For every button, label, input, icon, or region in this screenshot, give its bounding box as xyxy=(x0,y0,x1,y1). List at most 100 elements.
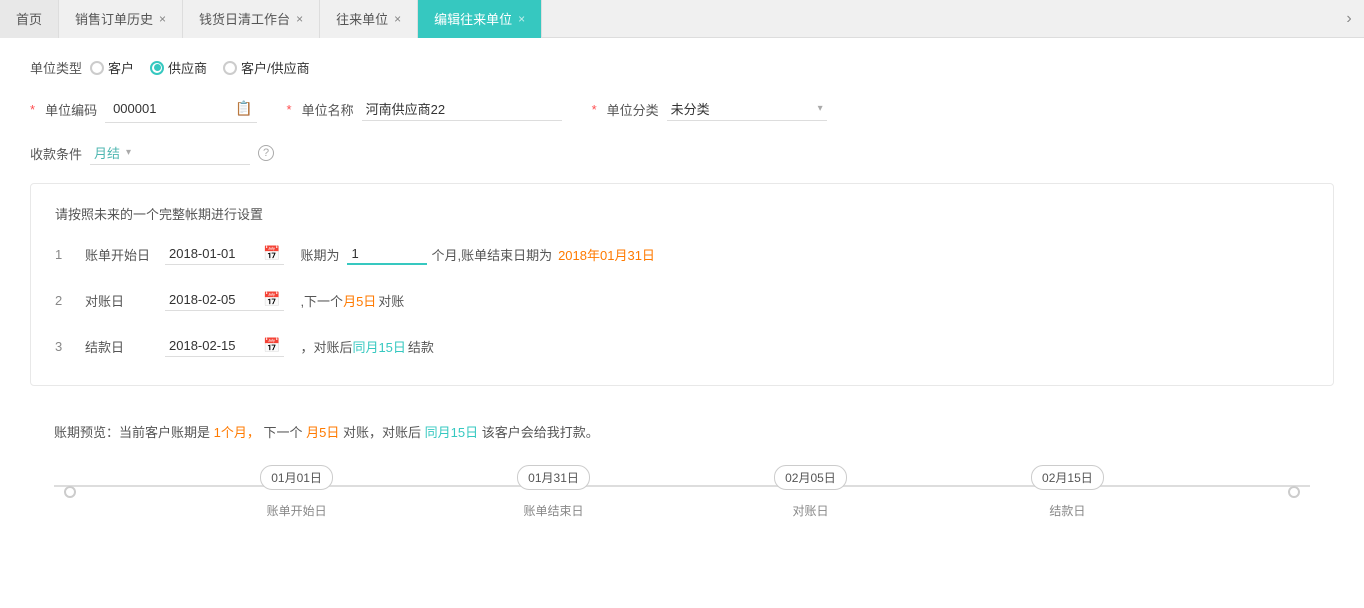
row-1-date-input[interactable] xyxy=(169,246,259,261)
settings-row-3: 3 结款日 📅 ，对账后 同月15日 结款 xyxy=(55,335,1309,357)
unit-type-group: 单位类型 客户 供应商 客户/供应商 xyxy=(30,58,310,77)
unit-info-row: * 单位编码 📋 * 单位名称 * 单位分类 未分类 ▾ xyxy=(30,95,1334,123)
tab-home[interactable]: 首页 xyxy=(0,0,59,38)
payment-group: 收款条件 月结 ▾ ? xyxy=(30,141,274,165)
payment-value: 月结 xyxy=(94,143,120,162)
tab-sales-history-label: 销售订单历史 xyxy=(75,9,153,28)
timeline-start-dot xyxy=(64,486,76,498)
unit-category-value: 未分类 xyxy=(671,99,710,118)
payment-dropdown[interactable]: 月结 ▾ xyxy=(90,141,250,165)
unit-type-label: 单位类型 xyxy=(30,58,82,77)
timeline-points: 01月01日 账单开始日 01月31日 账单结束日 02月05日 对账日 02月… xyxy=(64,465,1300,519)
tab-edit-partner-label: 编辑往来单位 xyxy=(434,9,512,28)
tab-nav-arrow[interactable]: › xyxy=(1334,10,1364,28)
timeline-label-2: 账单结束日 xyxy=(524,502,584,519)
row-1-period-input[interactable] xyxy=(347,244,427,265)
unit-code-star: * xyxy=(30,102,35,117)
payment-help-icon[interactable]: ? xyxy=(258,145,274,161)
radio-customer-circle xyxy=(90,61,104,75)
preview-reconcile: 月5日 xyxy=(306,425,339,440)
radio-supplier-circle xyxy=(150,61,164,75)
unit-code-input[interactable] xyxy=(109,97,229,120)
main-content: 单位类型 客户 供应商 客户/供应商 * 单位编码 xyxy=(0,38,1364,608)
timeline-label-1: 账单开始日 xyxy=(267,502,327,519)
row-2-date-input[interactable] xyxy=(169,292,259,307)
tab-bar: 首页 销售订单历史 × 钱货日清工作台 × 往来单位 × 编辑往来单位 × › xyxy=(0,0,1364,38)
radio-both-circle xyxy=(223,61,237,75)
unit-category-group: * 单位分类 未分类 ▾ xyxy=(592,97,827,121)
radio-both[interactable]: 客户/供应商 xyxy=(223,58,310,77)
timeline-badge-3: 02月05日 xyxy=(774,465,847,490)
tab-cash-work-label: 钱货日清工作台 xyxy=(199,9,290,28)
timeline-end-dot xyxy=(1288,486,1300,498)
radio-supplier[interactable]: 供应商 xyxy=(150,58,207,77)
timeline-wrapper: 01月01日 账单开始日 01月31日 账单结束日 02月05日 对账日 02月… xyxy=(54,465,1310,519)
timeline-badge-1: 01月01日 xyxy=(260,465,333,490)
tab-cash-work-close[interactable]: × xyxy=(296,12,303,26)
preview-section: 账期预览：当前客户账期是 1个月， 下一个 月5日 对账，对账后 同月15日 该… xyxy=(30,406,1334,519)
unit-code-label: 单位编码 xyxy=(45,100,97,119)
tab-edit-partner-close[interactable]: × xyxy=(518,12,525,26)
timeline-badge-4: 02月15日 xyxy=(1031,465,1104,490)
tab-home-label: 首页 xyxy=(16,9,42,28)
timeline-point-2: 01月31日 账单结束日 xyxy=(517,465,590,519)
row-1-date-group: 📅 xyxy=(165,243,284,265)
unit-code-icon[interactable]: 📋 xyxy=(235,100,252,117)
row-2-num: 2 xyxy=(55,293,85,308)
preview-payment: 同月15日 xyxy=(425,425,478,440)
row-2-prefix: ,下一个 xyxy=(300,291,343,310)
timeline-point-4: 02月15日 结款日 xyxy=(1031,465,1104,519)
payment-label: 收款条件 xyxy=(30,144,82,163)
row-1-label: 账单开始日 xyxy=(85,245,165,264)
unit-category-arrow: ▾ xyxy=(818,103,823,114)
preview-period: 1个月， xyxy=(214,425,260,440)
tab-edit-partner[interactable]: 编辑往来单位 × xyxy=(418,0,542,38)
tab-sales-history[interactable]: 销售订单历史 × xyxy=(59,0,183,38)
unit-name-input[interactable] xyxy=(362,97,562,121)
row-2-suffix: 对账 xyxy=(378,291,404,310)
row-3-highlight: 同月15日 xyxy=(352,337,405,356)
unit-category-label: 单位分类 xyxy=(607,100,659,119)
tab-sales-history-close[interactable]: × xyxy=(159,12,166,26)
radio-customer-label: 客户 xyxy=(108,58,134,77)
row-3-label: 结款日 xyxy=(85,337,165,356)
timeline-label-4: 结款日 xyxy=(1049,502,1085,519)
row-3-date-input[interactable] xyxy=(169,338,259,353)
settings-row-2: 2 对账日 📅 ,下一个 月5日 对账 xyxy=(55,289,1309,311)
row-1-suffix-after: 个月,账单结束日期为 xyxy=(431,245,552,264)
row-1-calendar-icon[interactable]: 📅 xyxy=(263,245,280,262)
settings-box: 请按照未来的一个完整帐期进行设置 1 账单开始日 📅 账期为 个月,账单结束日期… xyxy=(30,183,1334,386)
row-3-num: 3 xyxy=(55,339,85,354)
unit-name-label: 单位名称 xyxy=(302,100,354,119)
unit-name-star: * xyxy=(287,102,292,117)
row-3-suffix: 结款 xyxy=(408,337,434,356)
row-3-date-group: 📅 xyxy=(165,335,284,357)
payment-row: 收款条件 月结 ▾ ? xyxy=(30,141,1334,165)
tab-cash-work[interactable]: 钱货日清工作台 × xyxy=(183,0,320,38)
radio-supplier-label: 供应商 xyxy=(168,58,207,77)
unit-code-input-wrapper: 📋 xyxy=(105,95,256,123)
preview-reconcile-prefix: 下一个 xyxy=(264,425,303,440)
tab-partner[interactable]: 往来单位 × xyxy=(320,0,418,38)
radio-group: 客户 供应商 客户/供应商 xyxy=(90,58,310,77)
tab-partner-close[interactable]: × xyxy=(394,12,401,26)
unit-category-dropdown[interactable]: 未分类 ▾ xyxy=(667,97,827,121)
radio-customer[interactable]: 客户 xyxy=(90,58,134,77)
unit-type-row: 单位类型 客户 供应商 客户/供应商 xyxy=(30,58,1334,77)
row-2-highlight: 月5日 xyxy=(343,291,376,310)
row-2-calendar-icon[interactable]: 📅 xyxy=(263,291,280,308)
row-2-label: 对账日 xyxy=(85,291,165,310)
timeline-dot-end xyxy=(1288,486,1300,498)
row-1-num: 1 xyxy=(55,247,85,262)
row-3-calendar-icon[interactable]: 📅 xyxy=(263,337,280,354)
unit-name-group: * 单位名称 xyxy=(287,97,562,121)
payment-arrow: ▾ xyxy=(126,147,131,158)
timeline-point-1: 01月01日 账单开始日 xyxy=(260,465,333,519)
row-2-date-group: 📅 xyxy=(165,289,284,311)
preview-text: 账期预览：当前客户账期是 1个月， 下一个 月5日 对账，对账后 同月15日 该… xyxy=(54,422,1310,441)
preview-suffix: 该客户会给我打款。 xyxy=(482,425,599,440)
unit-category-star: * xyxy=(592,102,597,117)
tab-partner-label: 往来单位 xyxy=(336,9,388,28)
timeline-point-3: 02月05日 对账日 xyxy=(774,465,847,519)
row-1-highlight: 2018年01月31日 xyxy=(558,245,655,264)
